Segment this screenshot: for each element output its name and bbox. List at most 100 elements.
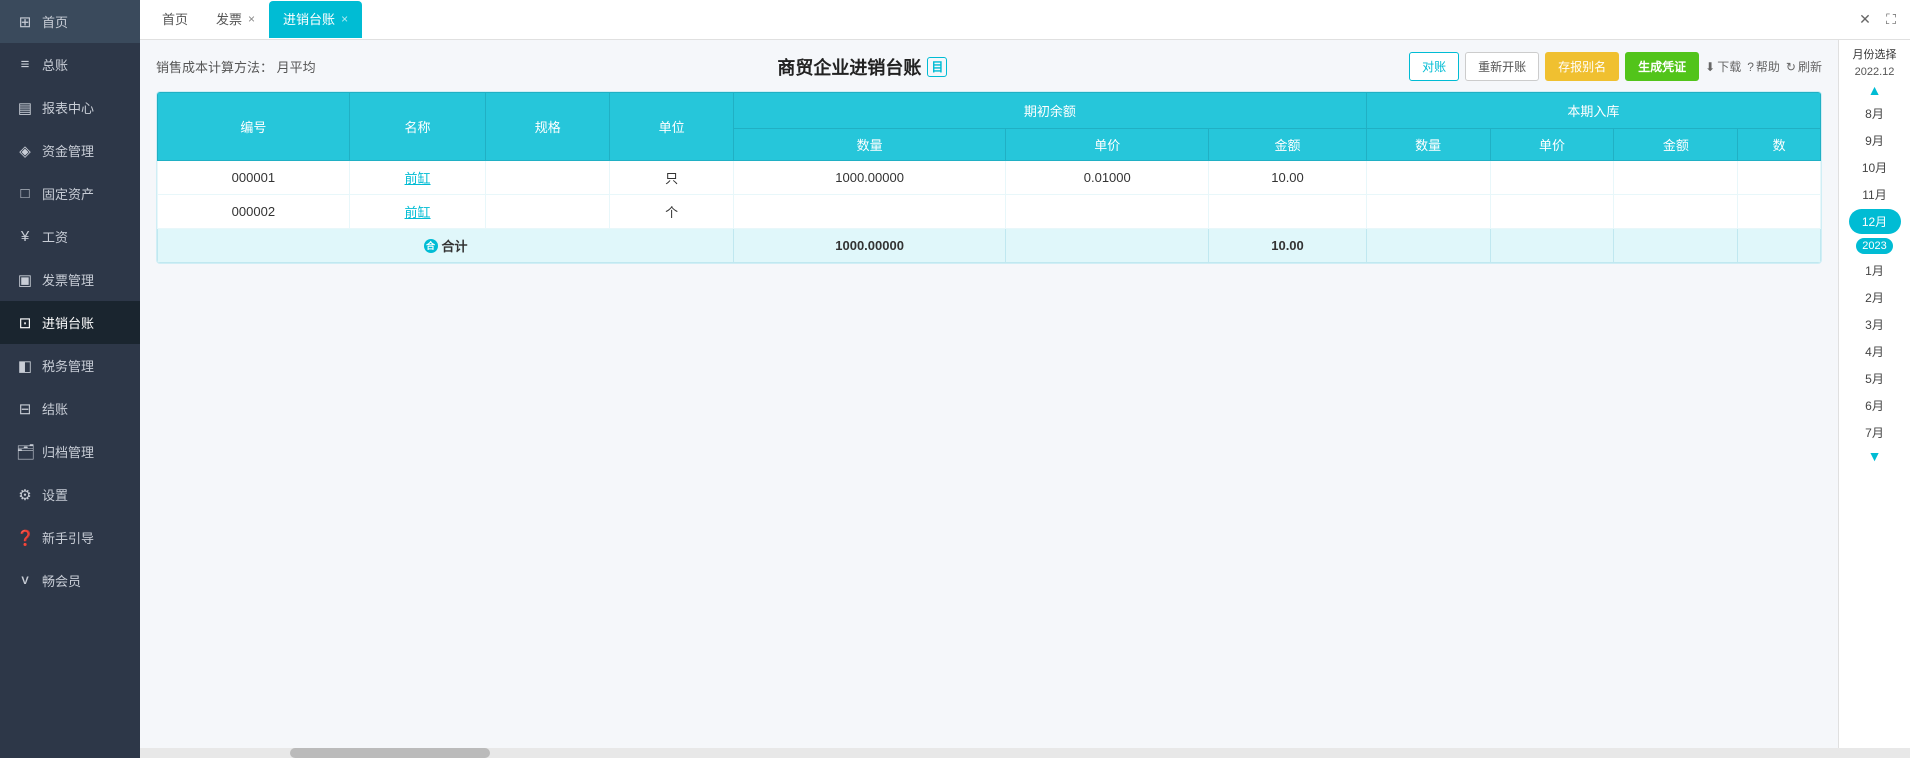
- cell-spec: [486, 195, 610, 229]
- cell-unit: 只: [610, 161, 734, 195]
- sidebar-item-vip[interactable]: V 畅会员: [0, 559, 140, 602]
- month-item-5[interactable]: 5月: [1849, 366, 1901, 391]
- tab-inventory[interactable]: 进销台账 ×: [269, 1, 362, 38]
- cell-period-in-qty: [1366, 195, 1490, 229]
- sidebar-item-guide[interactable]: ❓ 新手引导: [0, 516, 140, 559]
- tab-inventory-close[interactable]: ×: [341, 12, 348, 26]
- month-item-8[interactable]: 8月: [1849, 101, 1901, 126]
- cost-method: 销售成本计算方法： 月平均: [156, 57, 316, 76]
- download-label: 下载: [1717, 58, 1741, 75]
- sidebar-item-salary[interactable]: ¥ 工资: [0, 215, 140, 258]
- page-title-area: 商贸企业进销台账 目: [777, 54, 947, 80]
- total-period-in-price: [1490, 229, 1614, 263]
- month-item-12[interactable]: 12月: [1849, 209, 1901, 234]
- scrollbar-thumb[interactable]: [290, 748, 490, 758]
- cell-opening-qty: [734, 195, 1006, 229]
- tax-icon: ◧: [16, 357, 34, 375]
- cell-period-in-extra: [1738, 195, 1821, 229]
- cell-code: 000002: [158, 195, 350, 229]
- col-header-period-in-qty: 数量: [1366, 129, 1490, 161]
- sidebar-item-tax[interactable]: ◧ 税务管理: [0, 344, 140, 387]
- sidebar-item-funds[interactable]: ◈ 资金管理: [0, 129, 140, 172]
- reconcile-button[interactable]: 对账: [1409, 52, 1459, 81]
- sidebar-item-home[interactable]: ⊞ 首页: [0, 0, 140, 43]
- sidebar-item-label: 畅会员: [42, 571, 81, 590]
- sidebar-item-assets[interactable]: □ 固定资产: [0, 172, 140, 215]
- cell-name[interactable]: 前缸: [349, 161, 486, 195]
- month-item-3[interactable]: 3月: [1849, 312, 1901, 337]
- month-item-7[interactable]: 7月: [1849, 420, 1901, 445]
- download-button[interactable]: ⬇ 下载: [1705, 58, 1741, 75]
- reports-icon: ▤: [16, 99, 34, 117]
- sidebar-item-settings[interactable]: ⚙ 设置: [0, 473, 140, 516]
- page-title-icon[interactable]: 目: [927, 57, 947, 77]
- salary-icon: ¥: [16, 228, 34, 245]
- refresh-button[interactable]: ↻ 刷新: [1786, 58, 1822, 75]
- sidebar-item-ledger[interactable]: ≡ 总账: [0, 43, 140, 86]
- horizontal-scrollbar[interactable]: [140, 748, 1910, 758]
- cost-method-value: 月平均: [277, 60, 316, 75]
- sidebar-item-label: 报表中心: [42, 98, 94, 117]
- total-icon: 合: [424, 239, 438, 253]
- sidebar-item-label: 设置: [42, 485, 68, 504]
- month-item-2[interactable]: 2月: [1849, 285, 1901, 310]
- month-item-6[interactable]: 6月: [1849, 393, 1901, 418]
- inventory-table: 编号 名称 规格 单位 期初余额 本期入库 数量 单价 金额 数量: [157, 92, 1821, 263]
- month-item-11[interactable]: 11月: [1849, 182, 1901, 207]
- col-header-period-in-amount: 金额: [1614, 129, 1738, 161]
- help-icon: ?: [1747, 60, 1754, 74]
- assets-icon: □: [16, 185, 34, 202]
- total-opening-amount: 10.00: [1209, 229, 1366, 263]
- guide-icon: ❓: [16, 529, 34, 547]
- sidebar-item-label: 总账: [42, 55, 68, 74]
- sidebar-item-label: 结账: [42, 399, 68, 418]
- sidebar-item-close[interactable]: ⊟ 结账: [0, 387, 140, 430]
- month-scroll-up-button[interactable]: ▲: [1849, 80, 1901, 100]
- reopen-button[interactable]: 重新开账: [1465, 52, 1539, 81]
- cell-spec: [486, 161, 610, 195]
- sidebar-item-label: 新手引导: [42, 528, 94, 547]
- home-icon: ⊞: [16, 13, 34, 31]
- tab-invoice-close[interactable]: ×: [248, 12, 255, 26]
- cell-opening-price: 0.01000: [1006, 161, 1209, 195]
- inventory-table-container: 编号 名称 规格 单位 期初余额 本期入库 数量 单价 金额 数量: [156, 91, 1822, 264]
- help-button[interactable]: ? 帮助: [1747, 58, 1780, 75]
- tab-home[interactable]: 首页: [148, 1, 202, 38]
- month-selector-panel: 月份选择 2022.12 ▲ 8月 9月 10月 11月 12月 2023 1月…: [1838, 40, 1910, 748]
- month-item-4[interactable]: 4月: [1849, 339, 1901, 364]
- col-header-opening-balance: 期初余额: [734, 93, 1367, 129]
- tab-invoice[interactable]: 发票 ×: [202, 1, 269, 38]
- month-item-1[interactable]: 1月: [1849, 258, 1901, 283]
- cell-name[interactable]: 前缸: [349, 195, 486, 229]
- sidebar-item-label: 发票管理: [42, 270, 94, 289]
- funds-icon: ◈: [16, 142, 34, 160]
- cost-method-label: 销售成本计算方法：: [156, 60, 273, 75]
- col-header-opening-amount: 金额: [1209, 129, 1366, 161]
- cell-period-in-price: [1490, 195, 1614, 229]
- sidebar-item-archive[interactable]: 🗂 归档管理: [0, 430, 140, 473]
- window-maximize-button[interactable]: ⛶: [1880, 9, 1902, 31]
- total-opening-price: [1006, 229, 1209, 263]
- tab-inventory-label: 进销台账: [283, 9, 335, 28]
- main-area: 首页 发票 × 进销台账 × ✕ ⛶ 销售成本计算方法： 月平均 商贸企: [140, 0, 1910, 758]
- month-item-9[interactable]: 9月: [1849, 128, 1901, 153]
- year-2023-label: 2023: [1856, 238, 1892, 254]
- cell-period-in-amount: [1614, 161, 1738, 195]
- sidebar-item-reports[interactable]: ▤ 报表中心: [0, 86, 140, 129]
- vip-icon: V: [16, 575, 34, 587]
- sidebar-item-invoice-mgmt[interactable]: ▣ 发票管理: [0, 258, 140, 301]
- month-item-10[interactable]: 10月: [1849, 155, 1901, 180]
- cell-opening-price: [1006, 195, 1209, 229]
- col-header-period-in-extra: 数: [1738, 129, 1821, 161]
- save-alias-button[interactable]: 存报别名: [1545, 52, 1619, 81]
- settings-icon: ⚙: [16, 486, 34, 504]
- table-row: 000002 前缸 个: [158, 195, 1821, 229]
- month-scroll-down-button[interactable]: ▼: [1849, 446, 1901, 466]
- window-close-button[interactable]: ✕: [1854, 9, 1876, 31]
- refresh-icon: ↻: [1786, 60, 1796, 74]
- page-main: 销售成本计算方法： 月平均 商贸企业进销台账 目 对账 重新开账 存报别名 生成…: [140, 40, 1838, 748]
- sidebar-item-inventory[interactable]: ⊡ 进销台账: [0, 301, 140, 344]
- generate-voucher-button[interactable]: 生成凭证: [1625, 52, 1699, 81]
- close-account-icon: ⊟: [16, 400, 34, 418]
- sidebar-item-label: 固定资产: [42, 184, 94, 203]
